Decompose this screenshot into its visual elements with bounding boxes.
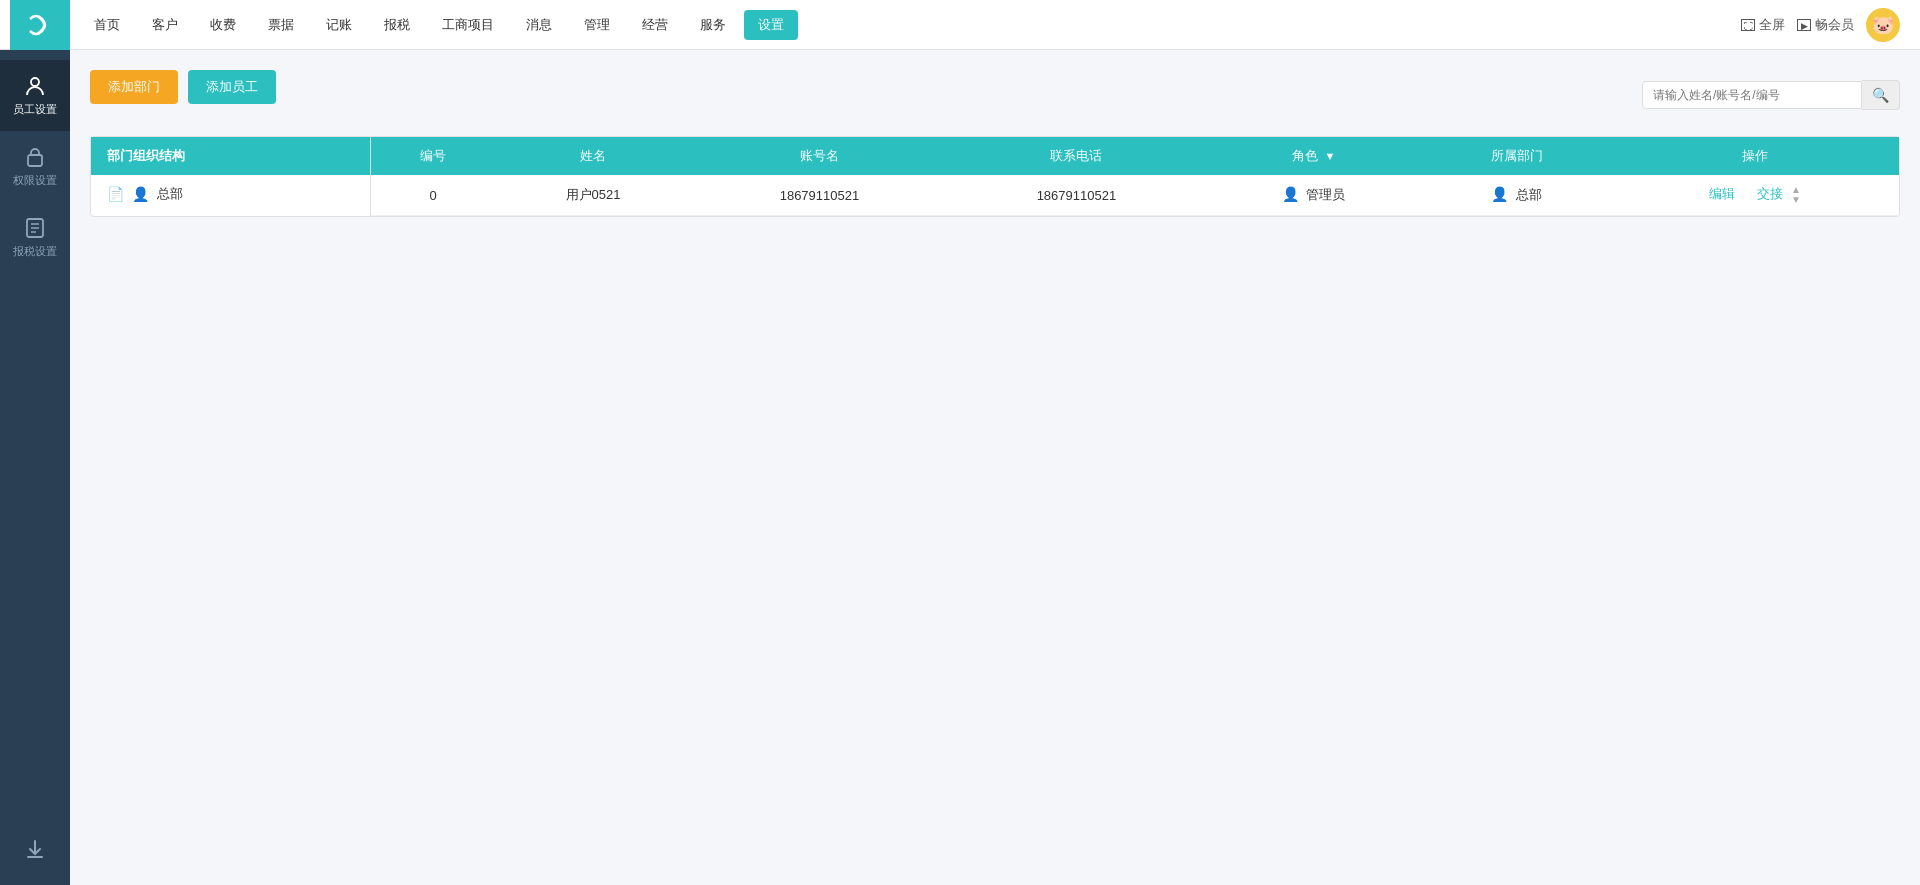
nav-item-service[interactable]: 服务 (686, 10, 740, 40)
cell-id: 0 (371, 175, 495, 216)
filter-icon: ▼ (1324, 150, 1335, 162)
search-container: 🔍 (1642, 80, 1900, 110)
sidebar-item-permissions[interactable]: 权限设置 (0, 131, 70, 202)
nav-item-operation[interactable]: 经营 (628, 10, 682, 40)
cell-phone: 18679110521 (948, 175, 1205, 216)
avatar[interactable]: 🐷 (1866, 8, 1900, 42)
add-dept-button[interactable]: 添加部门 (90, 70, 178, 104)
tree-panel: 部门组织结构 📄 👤 总部 (91, 137, 371, 216)
col-header-name: 姓名 (495, 137, 691, 175)
tree-header: 部门组织结构 (91, 137, 370, 175)
cell-actions: 编辑 交接 ▲ ▼ (1611, 175, 1899, 216)
top-actions: 添加部门 添加员工 (90, 70, 276, 104)
search-icon: 🔍 (1872, 87, 1889, 103)
nav-item-manage[interactable]: 管理 (570, 10, 624, 40)
cell-role: 👤 管理员 (1205, 175, 1422, 216)
sidebar-item-employee[interactable]: 员工设置 (0, 60, 70, 131)
main-layout: 员工设置 权限设置 报税设置 (0, 50, 1920, 885)
nav-item-fee[interactable]: 收费 (196, 10, 250, 40)
col-header-role[interactable]: 角色 ▼ (1205, 137, 1422, 175)
nav-item-accounting[interactable]: 记账 (312, 10, 366, 40)
member-button[interactable]: ▶ 畅会员 (1797, 16, 1854, 34)
nav-item-message[interactable]: 消息 (512, 10, 566, 40)
employee-icon (23, 74, 47, 98)
table-panel: 编号 姓名 账号名 联系电话 角色 ▼ 所属部门 操作 (371, 137, 1899, 216)
two-col-layout: 部门组织结构 📄 👤 总部 编号 姓名 账号名 联系电话 (90, 136, 1900, 217)
sidebar-label-permissions: 权限设置 (13, 173, 57, 188)
fullscreen-button[interactable]: ⛶ 全屏 (1741, 16, 1785, 34)
lock-icon (23, 145, 47, 169)
nav-item-settings[interactable]: 设置 (744, 10, 798, 40)
svg-rect-2 (28, 155, 42, 166)
add-employee-button[interactable]: 添加员工 (188, 70, 276, 104)
sidebar-bottom (0, 823, 70, 885)
video-icon: ▶ (1797, 19, 1811, 31)
cell-dept: 👤 总部 (1422, 175, 1611, 216)
file-icon: 📄 (107, 186, 124, 202)
nav-item-tax[interactable]: 报税 (370, 10, 424, 40)
edit-button[interactable]: 编辑 (1709, 186, 1735, 201)
sidebar-download-button[interactable] (0, 823, 70, 875)
nav-item-invoice[interactable]: 票据 (254, 10, 308, 40)
cell-account: 18679110521 (691, 175, 948, 216)
nav-item-business[interactable]: 工商项目 (428, 10, 508, 40)
col-header-action: 操作 (1611, 137, 1899, 175)
top-navigation: 首页 客户 收费 票据 记账 报税 工商项目 消息 管理 经营 服务 设置 ⛶ … (0, 0, 1920, 50)
nav-item-customer[interactable]: 客户 (138, 10, 192, 40)
svg-point-0 (23, 8, 57, 42)
nav-menu: 首页 客户 收费 票据 记账 报税 工商项目 消息 管理 经营 服务 设置 (70, 10, 1741, 40)
left-sidebar: 员工设置 权限设置 报税设置 (0, 50, 70, 885)
cell-name: 用户0521 (495, 175, 691, 216)
col-header-dept: 所属部门 (1422, 137, 1611, 175)
tree-item-general[interactable]: 📄 👤 总部 (91, 175, 370, 213)
transfer-button[interactable]: 交接 (1757, 186, 1783, 201)
table-row: 0 用户0521 18679110521 18679110521 👤 管理员 👤… (371, 175, 1899, 216)
scroll-down-icon[interactable]: ▼ (1791, 195, 1801, 205)
svg-point-1 (31, 78, 39, 86)
tax-settings-icon (23, 216, 47, 240)
download-icon (23, 837, 47, 861)
dept-user-icon: 👤 (1491, 186, 1508, 202)
nav-item-home[interactable]: 首页 (80, 10, 134, 40)
user-icon: 👤 (132, 186, 149, 202)
table-header-row: 编号 姓名 账号名 联系电话 角色 ▼ 所属部门 操作 (371, 137, 1899, 175)
logo (10, 0, 70, 50)
dept-label: 总部 (157, 185, 183, 203)
sidebar-label-employee: 员工设置 (13, 102, 57, 117)
role-user-icon: 👤 (1282, 186, 1299, 202)
col-header-account: 账号名 (691, 137, 948, 175)
sidebar-label-taxsettings: 报税设置 (13, 244, 57, 259)
sidebar-item-taxsettings[interactable]: 报税设置 (0, 202, 70, 273)
content-area: 添加部门 添加员工 🔍 部门组织结构 📄 👤 总部 (70, 50, 1920, 885)
search-button[interactable]: 🔍 (1862, 80, 1900, 110)
fullscreen-icon: ⛶ (1741, 19, 1755, 31)
employee-table: 编号 姓名 账号名 联系电话 角色 ▼ 所属部门 操作 (371, 137, 1899, 216)
table-body: 0 用户0521 18679110521 18679110521 👤 管理员 👤… (371, 175, 1899, 216)
nav-right: ⛶ 全屏 ▶ 畅会员 🐷 (1741, 8, 1900, 42)
col-header-id: 编号 (371, 137, 495, 175)
col-header-phone: 联系电话 (948, 137, 1205, 175)
search-input[interactable] (1642, 81, 1862, 109)
